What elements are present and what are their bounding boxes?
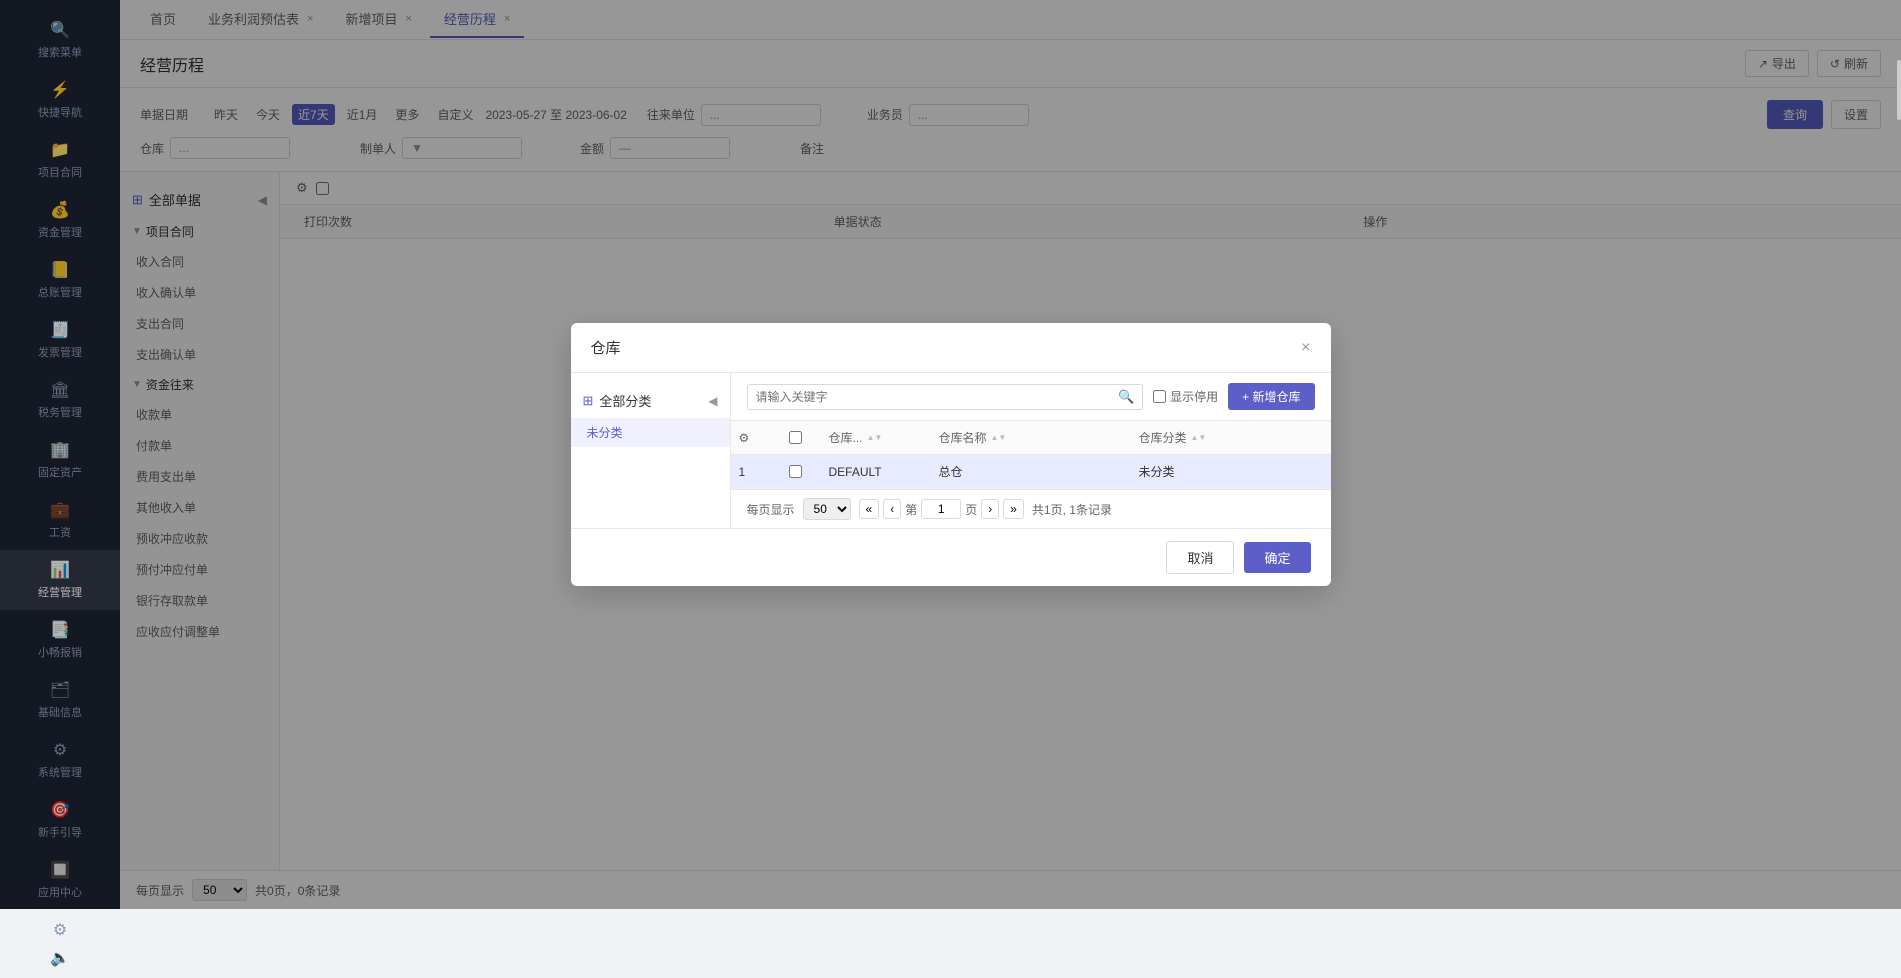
cell-category: 未分类 [1131,463,1331,480]
confirm-button[interactable]: 确定 [1244,542,1310,573]
page-nav: « ‹ 第 页 › » [859,499,1024,519]
th-name-label: 仓库名称 [939,429,987,446]
modal-body: ⊞ 全部分类 ◀ 未分类 🔍 [571,373,1331,528]
modal-page-size-label: 每页显示 [747,501,795,518]
volume-icon[interactable]: 🔈 [50,948,70,968]
th-checkbox [781,429,821,446]
row-category: 未分类 [1139,463,1175,480]
cell-name: 总仓 [931,463,1131,480]
search-input-wrap: 🔍 [747,384,1144,410]
modal-close-button[interactable]: × [1301,339,1310,357]
th-category[interactable]: 仓库分类 ▲▼ [1131,429,1331,446]
modal-right-panel: 🔍 显示停用 + 新增仓库 ⚙ [731,373,1331,528]
modal-table: ⚙ 仓库... ▲▼ 仓库名称 ▲▼ [731,421,1331,489]
modal-left-panel: ⊞ 全部分类 ◀ 未分类 [571,373,731,528]
modal-collapse-icon[interactable]: ◀ [708,394,717,408]
page-next-btn[interactable]: › [981,499,999,519]
modal-category-label: 未分类 [587,426,623,440]
page-input[interactable] [921,499,961,519]
modal-pagination: 每页显示 50 « ‹ 第 页 › » 共1页, 1条记录 [731,489,1331,528]
th-gear: ⚙ [731,429,781,446]
modal-title: 仓库 [591,337,621,358]
gear-icon[interactable]: ⚙ [739,431,750,445]
page-last-btn[interactable]: » [1003,499,1024,519]
show-disabled-text: 显示停用 [1170,388,1218,405]
modal-grid-icon: ⊞ [583,393,594,409]
cell-code: DEFAULT [821,463,931,480]
th-code[interactable]: 仓库... ▲▼ [821,429,931,446]
modal-left-header[interactable]: ⊞ 全部分类 ◀ [571,383,730,418]
th-name[interactable]: 仓库名称 ▲▼ [931,429,1131,446]
modal-overlay: 仓库 × ⊞ 全部分类 ◀ 未分类 [0,0,1901,909]
cell-index: 1 [731,463,781,480]
warehouse-modal: 仓库 × ⊞ 全部分类 ◀ 未分类 [571,323,1331,586]
row-index: 1 [739,465,746,479]
modal-left-title: 全部分类 [599,391,651,410]
modal-table-header: ⚙ 仓库... ▲▼ 仓库名称 ▲▼ [731,421,1331,455]
add-warehouse-button[interactable]: + 新增仓库 [1228,383,1314,410]
row-code: DEFAULT [829,465,882,479]
cell-checkbox [781,463,821,480]
add-warehouse-label: + 新增仓库 [1242,388,1300,405]
search-icon[interactable]: 🔍 [1118,389,1134,405]
modal-header: 仓库 × [571,323,1331,373]
page-prev-btn[interactable]: ‹ [883,499,901,519]
modal-page-size-select[interactable]: 50 [803,498,851,520]
page-label: 页 [965,501,977,518]
sidebar-bottom: ⚙ 🔈 [0,910,120,978]
row-name: 总仓 [939,463,963,480]
show-disabled-checkbox[interactable] [1153,390,1166,403]
th-code-label: 仓库... [829,429,863,446]
modal-left-item-uncategorized[interactable]: 未分类 [571,418,730,447]
settings-icon[interactable]: ⚙ [53,920,67,940]
row-checkbox[interactable] [789,465,802,478]
th-category-label: 仓库分类 [1139,429,1187,446]
modal-search-input[interactable] [756,390,1114,404]
page-label-pre: 第 [905,501,917,518]
modal-toolbar: 🔍 显示停用 + 新增仓库 [731,373,1331,421]
modal-total-text: 共1页, 1条记录 [1032,501,1112,518]
cancel-button[interactable]: 取消 [1166,541,1234,574]
modal-footer: 取消 确定 [571,528,1331,586]
sort-arrows-category: ▲▼ [1191,433,1207,442]
page-first-btn[interactable]: « [859,499,880,519]
sort-arrows-code: ▲▼ [867,433,883,442]
show-disabled-label[interactable]: 显示停用 [1153,388,1218,405]
table-header-checkbox[interactable] [789,431,802,444]
table-row[interactable]: 1 DEFAULT 总仓 未分类 [731,455,1331,489]
sort-arrows-name: ▲▼ [991,433,1007,442]
